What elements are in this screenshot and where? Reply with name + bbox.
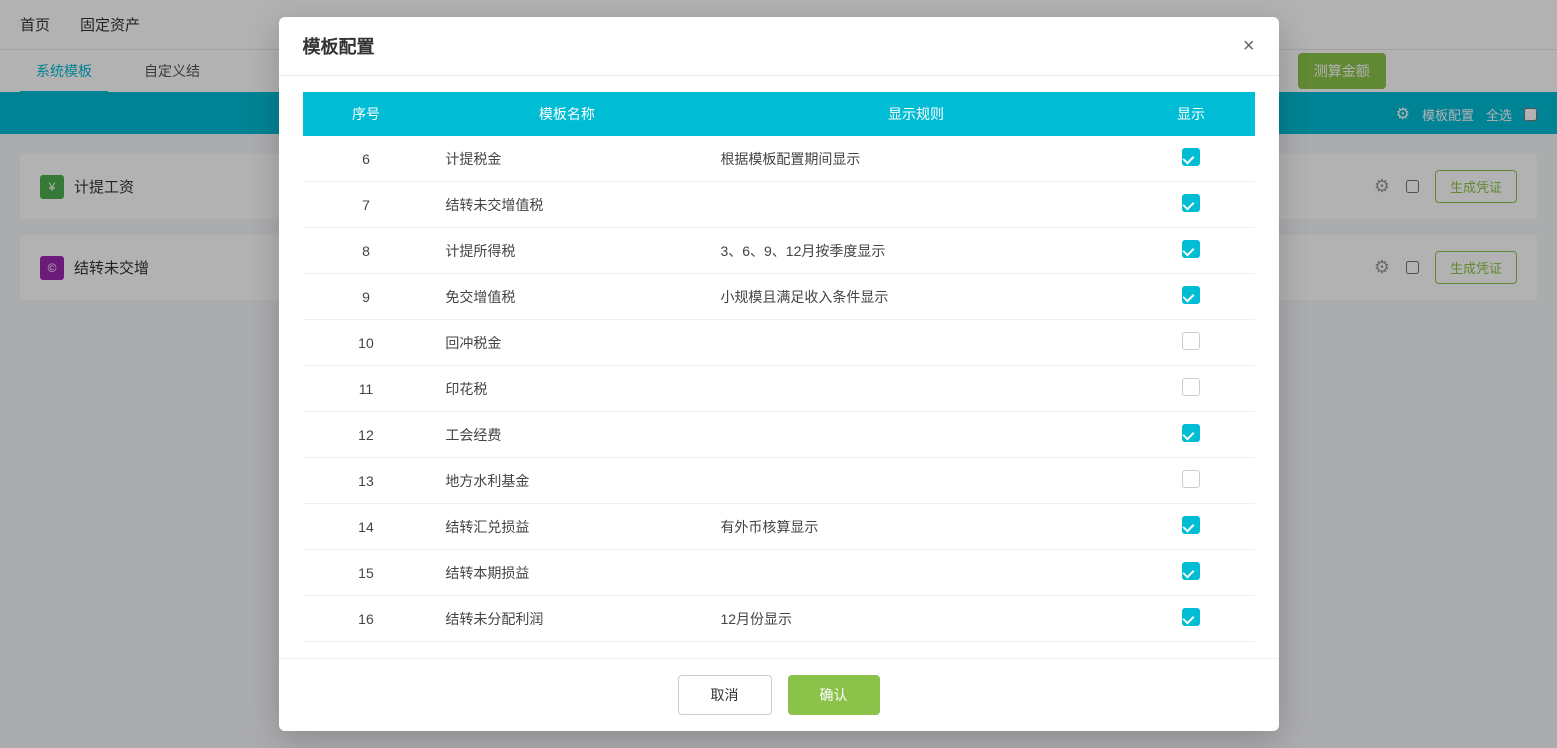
row-rule: 小规模且满足收入条件显示	[704, 274, 1127, 320]
row-checkbox[interactable]	[1182, 470, 1200, 488]
col-index: 序号	[303, 92, 430, 136]
row-rule	[704, 412, 1127, 458]
modal-title: 模板配置	[303, 33, 375, 59]
row-rule: 有外币核算显示	[704, 504, 1127, 550]
row-index: 8	[303, 228, 430, 274]
row-checkbox-cell	[1128, 366, 1255, 412]
table-row: 15结转本期损益	[303, 550, 1255, 596]
table-row: 9免交增值税小规模且满足收入条件显示	[303, 274, 1255, 320]
row-name: 计提所得税	[429, 228, 704, 274]
row-rule	[704, 366, 1127, 412]
table-row: 6计提税金根据模板配置期间显示	[303, 136, 1255, 182]
row-checkbox[interactable]	[1182, 332, 1200, 350]
modal-template-config: 模板配置 × 序号 模板名称 显示规则 显示 6计提税金根据模板配置期间显示7结…	[279, 17, 1279, 731]
row-checkbox-cell	[1128, 458, 1255, 504]
row-index: 9	[303, 274, 430, 320]
table-header: 序号 模板名称 显示规则 显示	[303, 92, 1255, 136]
row-checkbox-cell	[1128, 412, 1255, 458]
row-index: 13	[303, 458, 430, 504]
table-row: 10回冲税金	[303, 320, 1255, 366]
modal-header: 模板配置 ×	[279, 17, 1279, 76]
config-table: 序号 模板名称 显示规则 显示 6计提税金根据模板配置期间显示7结转未交增值税8…	[303, 92, 1255, 642]
row-rule: 3、6、9、12月按季度显示	[704, 228, 1127, 274]
row-name: 地方水利基金	[429, 458, 704, 504]
cancel-button[interactable]: 取消	[678, 675, 772, 715]
row-checkbox[interactable]	[1182, 608, 1200, 626]
col-name: 模板名称	[429, 92, 704, 136]
row-name: 结转汇兑损益	[429, 504, 704, 550]
row-checkbox-cell	[1128, 504, 1255, 550]
row-index: 16	[303, 596, 430, 642]
row-checkbox-cell	[1128, 550, 1255, 596]
row-checkbox-cell	[1128, 596, 1255, 642]
row-checkbox[interactable]	[1182, 148, 1200, 166]
row-index: 15	[303, 550, 430, 596]
row-rule	[704, 320, 1127, 366]
row-checkbox-cell	[1128, 228, 1255, 274]
row-rule	[704, 458, 1127, 504]
table-row: 7结转未交增值税	[303, 182, 1255, 228]
row-index: 6	[303, 136, 430, 182]
row-rule: 根据模板配置期间显示	[704, 136, 1127, 182]
row-rule: 12月份显示	[704, 596, 1127, 642]
row-name: 免交增值税	[429, 274, 704, 320]
row-checkbox-cell	[1128, 136, 1255, 182]
row-name: 回冲税金	[429, 320, 704, 366]
row-name: 工会经费	[429, 412, 704, 458]
table-row: 8计提所得税3、6、9、12月按季度显示	[303, 228, 1255, 274]
modal-close-button[interactable]: ×	[1243, 36, 1255, 56]
col-rule: 显示规则	[704, 92, 1127, 136]
row-checkbox[interactable]	[1182, 240, 1200, 258]
col-display: 显示	[1128, 92, 1255, 136]
row-checkbox[interactable]	[1182, 424, 1200, 442]
row-rule	[704, 550, 1127, 596]
row-checkbox-cell	[1128, 320, 1255, 366]
modal-body: 序号 模板名称 显示规则 显示 6计提税金根据模板配置期间显示7结转未交增值税8…	[279, 76, 1279, 658]
confirm-button[interactable]: 确认	[788, 675, 880, 715]
row-index: 12	[303, 412, 430, 458]
table-row: 13地方水利基金	[303, 458, 1255, 504]
table-row: 16结转未分配利润12月份显示	[303, 596, 1255, 642]
table-row: 12工会经费	[303, 412, 1255, 458]
table-body: 6计提税金根据模板配置期间显示7结转未交增值税8计提所得税3、6、9、12月按季…	[303, 136, 1255, 642]
row-rule	[704, 182, 1127, 228]
row-name: 印花税	[429, 366, 704, 412]
row-checkbox[interactable]	[1182, 286, 1200, 304]
modal-overlay: 模板配置 × 序号 模板名称 显示规则 显示 6计提税金根据模板配置期间显示7结…	[0, 0, 1557, 748]
row-checkbox-cell	[1128, 182, 1255, 228]
row-checkbox[interactable]	[1182, 562, 1200, 580]
row-index: 10	[303, 320, 430, 366]
row-name: 结转未分配利润	[429, 596, 704, 642]
row-name: 计提税金	[429, 136, 704, 182]
row-name: 结转本期损益	[429, 550, 704, 596]
row-checkbox[interactable]	[1182, 194, 1200, 212]
row-checkbox[interactable]	[1182, 516, 1200, 534]
row-index: 11	[303, 366, 430, 412]
row-name: 结转未交增值税	[429, 182, 704, 228]
modal-footer: 取消 确认	[279, 658, 1279, 731]
row-checkbox[interactable]	[1182, 378, 1200, 396]
table-row: 14结转汇兑损益有外币核算显示	[303, 504, 1255, 550]
table-row: 11印花税	[303, 366, 1255, 412]
row-index: 14	[303, 504, 430, 550]
row-index: 7	[303, 182, 430, 228]
row-checkbox-cell	[1128, 274, 1255, 320]
